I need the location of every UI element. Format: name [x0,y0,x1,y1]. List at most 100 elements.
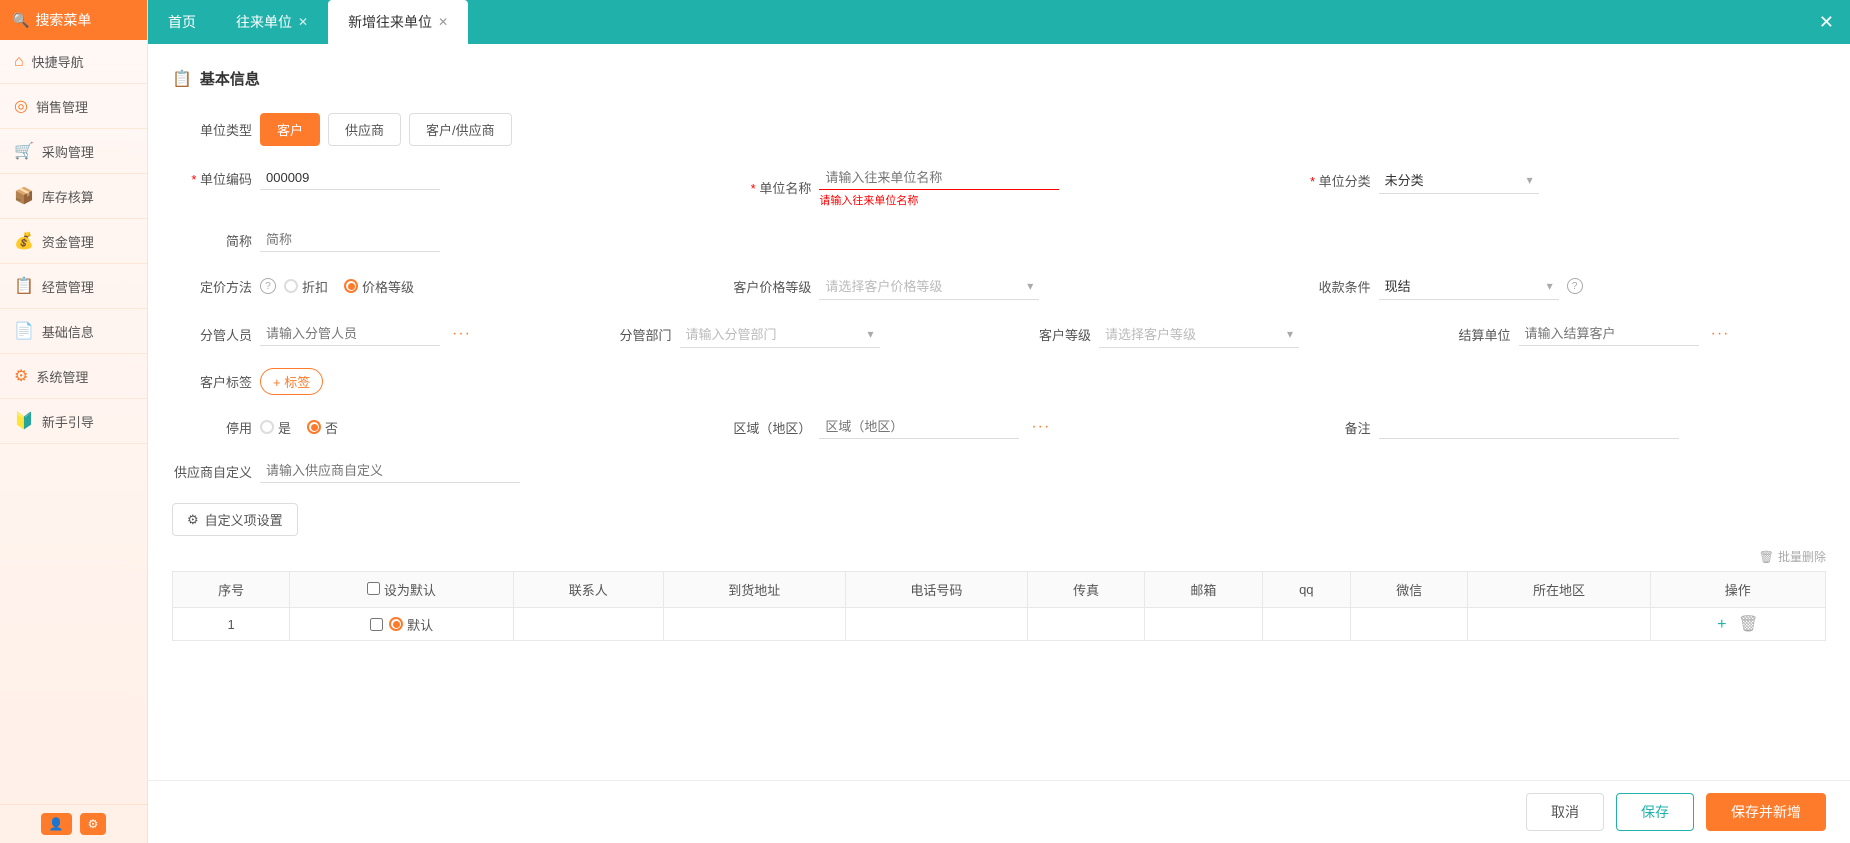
pricing-help-icon[interactable]: ? [260,278,276,294]
sidebar-item-sales[interactable]: ◎ 销售管理 [0,84,147,129]
remark-field: 备注 [1291,415,1826,439]
search-menu[interactable]: 🔍 搜索菜单 [0,0,147,40]
sidebar-item-finance[interactable]: 💰 资金管理 [0,219,147,264]
region-more-btn[interactable]: ··· [1027,418,1054,436]
unit-code-input[interactable] [260,166,440,190]
purchase-icon: 🛒 [14,141,34,161]
unit-name-label: 单位名称 [731,178,811,197]
settlement-unit-more-btn[interactable]: ··· [1707,325,1734,343]
sidebar-user-btn[interactable]: 👤 [41,813,72,835]
unit-category-value: 未分类 [1379,166,1539,194]
row-delete-btn[interactable]: 🗑 [1738,616,1758,633]
bulk-delete-label[interactable]: 批量删除 [1778,548,1826,565]
pricing-discount-option[interactable]: 折扣 [284,277,328,296]
unit-name-field: 单位名称 请输入往来单位名称 [731,166,1266,208]
guide-icon: 🔰 [14,411,34,431]
add-tag-label: + 标签 [273,372,310,391]
supplier-custom-input[interactable] [260,459,520,483]
pricing-discount-radio [284,279,298,293]
supervisor-input[interactable] [260,322,440,346]
tab-close-all[interactable]: ✕ [1803,12,1850,33]
unit-name-input[interactable] [819,166,1059,190]
region-input[interactable] [819,415,1019,439]
disabled-yes-option[interactable]: 是 [260,418,291,437]
short-name-input[interactable] [260,228,440,252]
unit-type-both-btn[interactable]: 客户/供应商 [409,113,512,146]
pricing-row: 定价方法 ? 折扣 价格等级 客户价格等级 请选择客户价格等级 [172,272,1826,300]
sidebar-item-basic-info-label: 基础信息 [42,322,94,341]
disabled-label: 停用 [172,418,252,437]
payment-terms-help-icon[interactable]: ? [1567,278,1583,294]
supervisor-more-btn[interactable]: ··· [448,325,475,343]
tab-new-partner-close[interactable]: ✕ [438,15,448,29]
save-new-button[interactable]: 保存并新增 [1706,793,1826,831]
unit-type-supplier-btn[interactable]: 供应商 [328,113,401,146]
tab-home-label: 首页 [168,12,196,32]
basic-info-icon: 📄 [14,321,34,341]
row-add-btn[interactable]: + [1717,616,1726,633]
customer-level-label: 客户等级 [1011,325,1091,344]
pricing-level-option[interactable]: 价格等级 [344,277,414,296]
disabled-yes-radio [260,420,274,434]
row-checkbox[interactable] [370,618,383,631]
select-all-checkbox[interactable] [367,582,380,595]
row-fax [1027,608,1144,641]
tab-partners-close[interactable]: ✕ [298,15,308,29]
tab-new-partner[interactable]: 新增往来单位 ✕ [328,0,468,44]
disabled-region-row: 停用 是 否 区域（地区） ··· 备注 [172,415,1826,439]
save-button[interactable]: 保存 [1616,793,1694,831]
customer-price-level-label: 客户价格等级 [731,277,811,296]
sidebar-settings-btn[interactable]: ⚙ [80,813,107,835]
sidebar-item-basic-info[interactable]: 📄 基础信息 [0,309,147,354]
sidebar-item-sales-label: 销售管理 [36,97,88,116]
operations-icon: 📋 [14,276,34,296]
custom-settings-btn[interactable]: ⚙ 自定义项设置 [172,503,298,536]
department-placeholder: 请输入分管部门 [680,320,880,348]
unit-name-error: 请输入往来单位名称 [819,192,1266,208]
disabled-field: 停用 是 否 [172,418,707,437]
sidebar-item-operations[interactable]: 📋 经营管理 [0,264,147,309]
row-default-label: 默认 [407,615,433,634]
sidebar-item-quick-nav[interactable]: ⌂ 快捷导航 [0,40,147,84]
disabled-no-option[interactable]: 否 [307,418,338,437]
sidebar-item-operations-label: 经营管理 [42,277,94,296]
cancel-button[interactable]: 取消 [1526,793,1604,831]
row-qq [1262,608,1350,641]
section-title-icon: 📋 [172,69,192,89]
sidebar-item-finance-label: 资金管理 [42,232,94,251]
code-name-category-row: 单位编码 单位名称 请输入往来单位名称 单位分类 未分类 ▾ [172,166,1826,208]
unit-type-label: 单位类型 [172,120,252,139]
sidebar-item-purchase[interactable]: 🛒 采购管理 [0,129,147,174]
add-tag-btn[interactable]: + 标签 [260,368,323,395]
row-address [663,608,845,641]
sidebar-item-purchase-label: 采购管理 [42,142,94,161]
sidebar-item-inventory[interactable]: 📦 库存核算 [0,174,147,219]
unit-name-wrapper: 请输入往来单位名称 [819,166,1266,208]
payment-terms-value: 现结 [1379,272,1559,300]
supervisor-field: 分管人员 ··· [172,322,568,346]
row-default-radio [389,617,403,631]
sidebar-item-system[interactable]: ⚙ 系统管理 [0,354,147,399]
customer-price-level-field: 客户价格等级 请选择客户价格等级 ▾ [731,272,1266,300]
tab-partners[interactable]: 往来单位 ✕ [216,0,328,44]
customer-tag-field: 客户标签 + 标签 [172,368,1826,395]
remark-label: 备注 [1291,418,1371,437]
sidebar-item-guide[interactable]: 🔰 新手引导 [0,399,147,444]
pricing-level-radio [344,279,358,293]
home-icon: ⌂ [14,53,24,71]
section-title: 📋 基本信息 [172,68,1826,89]
tab-home[interactable]: 首页 [148,0,216,44]
customer-tag-row: 客户标签 + 标签 [172,368,1826,395]
settlement-unit-label: 结算单位 [1431,325,1511,344]
payment-terms-field: 收款条件 现结 ▾ ? [1291,272,1826,300]
row-default-radio-option[interactable]: 默认 [389,615,433,634]
sales-icon: ◎ [14,96,28,116]
department-field: 分管部门 请输入分管部门 ▾ [592,320,988,348]
settlement-unit-input[interactable] [1519,322,1699,346]
unit-type-customer-btn[interactable]: 客户 [260,113,320,146]
remark-input[interactable] [1379,415,1679,439]
disabled-radio-group: 是 否 [260,418,338,437]
supervisor-label: 分管人员 [172,325,252,344]
col-address: 到货地址 [663,572,845,608]
col-contact: 联系人 [513,572,663,608]
